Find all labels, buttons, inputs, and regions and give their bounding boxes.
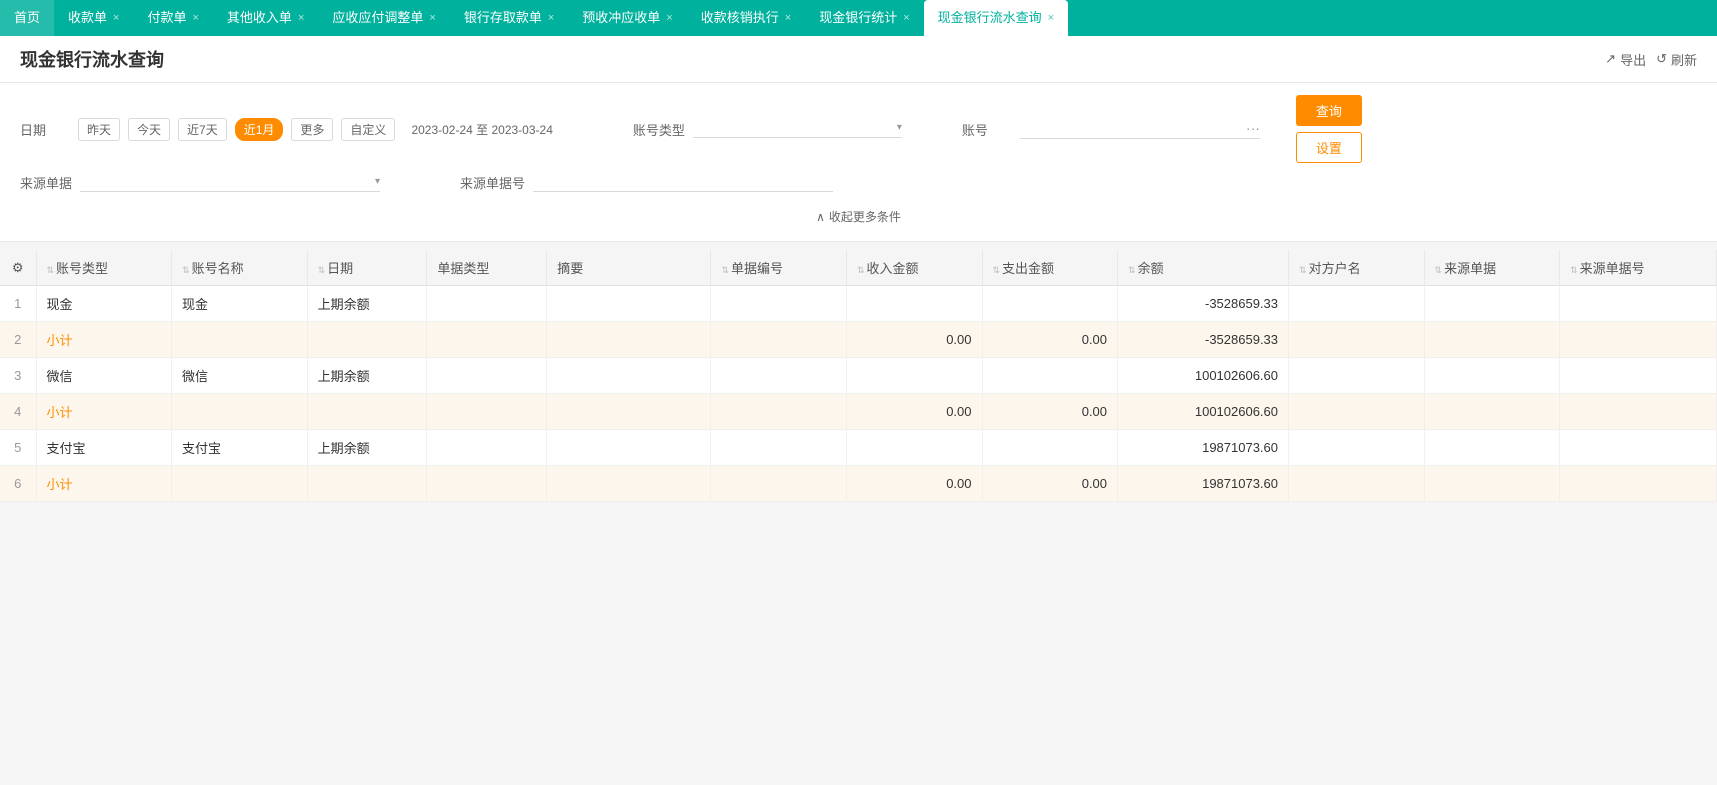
account-type-select-wrapper[interactable]: ▾ <box>693 120 902 138</box>
date-btn-today[interactable]: 今天 <box>128 118 170 141</box>
close-icon[interactable]: × <box>113 0 119 36</box>
refresh-button[interactable]: ↺ 刷新 <box>1656 50 1697 69</box>
nav-item-bank-deposit[interactable]: 银行存取款单× <box>450 0 568 36</box>
account-filter: 账号 ··· <box>962 120 1260 139</box>
date-btn-more[interactable]: 更多 <box>291 118 333 141</box>
account-type-label: 账号类型 <box>633 120 685 139</box>
th-income[interactable]: ⇅收入金额 <box>846 250 982 286</box>
date-label: 日期 <box>20 120 70 139</box>
source-doc-label: 来源单据 <box>20 173 72 192</box>
nav-item-ar-ap-adjust[interactable]: 应收应付调整单× <box>318 0 449 36</box>
th-balance[interactable]: ⇅余额 <box>1118 250 1289 286</box>
th-doc-type[interactable]: 单据类型 <box>427 250 547 286</box>
filter-row-date: 日期 昨天 今天 近7天 近1月 更多 自定义 2023-02-24 至 202… <box>20 95 1697 163</box>
nav-item-cash-flow-query[interactable]: 现金银行流水查询× <box>924 0 1068 36</box>
nav-item-other-income[interactable]: 其他收入单× <box>213 0 318 36</box>
account-type-chevron: ▾ <box>897 122 902 133</box>
account-input[interactable] <box>1020 120 1242 135</box>
collapse-bar[interactable]: ∧ 收起更多条件 <box>20 202 1697 229</box>
source-doc-filter: 来源单据 ▾ <box>20 173 380 192</box>
nav-item-receipt-verify[interactable]: 收款核销执行× <box>687 0 805 36</box>
close-icon[interactable]: × <box>785 0 791 36</box>
th-expense[interactable]: ⇅支出金额 <box>982 250 1118 286</box>
date-filter-group: 日期 昨天 今天 近7天 近1月 更多 自定义 2023-02-24 至 202… <box>20 118 553 141</box>
action-buttons: 查询 设置 <box>1296 95 1362 163</box>
account-type-filter: 账号类型 ▾ <box>633 120 902 139</box>
th-doc-no[interactable]: ⇅单据编号 <box>711 250 847 286</box>
th-source-doc[interactable]: ⇅来源单据 <box>1424 250 1560 286</box>
nav-item-home[interactable]: 首页 <box>0 0 54 36</box>
nav-item-payment[interactable]: 付款单× <box>133 0 212 36</box>
table-row: 3微信微信上期余额100102606.60 <box>0 358 1717 394</box>
close-icon[interactable]: × <box>903 0 909 36</box>
table-row: 2小计0.000.00-3528659.33 <box>0 322 1717 358</box>
date-btn-1month[interactable]: 近1月 <box>235 118 284 141</box>
th-account-type[interactable]: ⇅账号类型 <box>36 250 172 286</box>
table-row: 5支付宝支付宝上期余额19871073.60 <box>0 430 1717 466</box>
account-more-icon[interactable]: ··· <box>1246 120 1260 136</box>
source-docno-input[interactable] <box>533 174 833 189</box>
nav-item-receipt[interactable]: 收款单× <box>54 0 133 36</box>
nav-item-cash-stat[interactable]: 现金银行统计× <box>805 0 923 36</box>
close-icon[interactable]: × <box>298 0 304 36</box>
close-icon[interactable]: × <box>1048 0 1054 36</box>
account-type-input[interactable] <box>693 120 893 135</box>
source-docno-filter: 来源单据号 <box>460 173 833 192</box>
close-icon[interactable]: × <box>548 0 554 36</box>
export-button[interactable]: ↗ 导出 <box>1605 50 1646 69</box>
date-btn-custom[interactable]: 自定义 <box>341 118 395 141</box>
source-docno-label: 来源单据号 <box>460 173 525 192</box>
date-range-display: 2023-02-24 至 2023-03-24 <box>411 121 552 138</box>
date-options: 昨天 今天 近7天 近1月 更多 自定义 <box>78 118 395 141</box>
refresh-icon: ↺ <box>1656 51 1667 67</box>
filter-area: 日期 昨天 今天 近7天 近1月 更多 自定义 2023-02-24 至 202… <box>0 83 1717 242</box>
account-select-wrapper[interactable]: ··· <box>1020 120 1260 139</box>
table-row: 6小计0.000.0019871073.60 <box>0 466 1717 502</box>
close-icon[interactable]: × <box>429 0 435 36</box>
header-row: ⚙ ⇅账号类型 ⇅账号名称 ⇅日期 单据类型 摘要 ⇅单据编号 ⇅收入金额 ⇅支… <box>0 250 1717 286</box>
top-nav: 首页收款单×付款单×其他收入单×应收应付调整单×银行存取款单×预收冲应收单×收款… <box>0 0 1717 36</box>
header-actions: ↗ 导出 ↺ 刷新 <box>1605 50 1697 69</box>
data-table: ⚙ ⇅账号类型 ⇅账号名称 ⇅日期 单据类型 摘要 ⇅单据编号 ⇅收入金额 ⇅支… <box>0 250 1717 502</box>
date-btn-7days[interactable]: 近7天 <box>178 118 227 141</box>
filter-row-source: 来源单据 ▾ 来源单据号 <box>20 173 1697 192</box>
table-row: 1现金现金上期余额-3528659.33 <box>0 286 1717 322</box>
th-summary[interactable]: 摘要 <box>547 250 711 286</box>
page-header: 现金银行流水查询 ↗ 导出 ↺ 刷新 <box>0 36 1717 83</box>
export-icon: ↗ <box>1605 51 1616 67</box>
gear-icon: ⚙ <box>12 260 24 275</box>
query-button[interactable]: 查询 <box>1296 95 1362 126</box>
date-btn-yesterday[interactable]: 昨天 <box>78 118 120 141</box>
th-counterparty[interactable]: ⇅对方户名 <box>1289 250 1425 286</box>
th-account-name[interactable]: ⇅账号名称 <box>172 250 308 286</box>
th-date[interactable]: ⇅日期 <box>307 250 427 286</box>
source-doc-select-wrapper[interactable]: ▾ <box>80 174 380 192</box>
nav-item-prepaid-offset[interactable]: 预收冲应收单× <box>568 0 686 36</box>
settings-button[interactable]: 设置 <box>1296 132 1362 163</box>
close-icon[interactable]: × <box>666 0 672 36</box>
table-container: ⚙ ⇅账号类型 ⇅账号名称 ⇅日期 单据类型 摘要 ⇅单据编号 ⇅收入金额 ⇅支… <box>0 250 1717 502</box>
close-icon[interactable]: × <box>192 0 198 36</box>
table-row: 4小计0.000.00100102606.60 <box>0 394 1717 430</box>
gear-col-header[interactable]: ⚙ <box>0 250 36 286</box>
source-doc-input[interactable] <box>80 174 371 189</box>
source-doc-chevron: ▾ <box>375 176 380 187</box>
table-body: 1现金现金上期余额-3528659.332小计0.000.00-3528659.… <box>0 286 1717 502</box>
th-source-docno[interactable]: ⇅来源单据号 <box>1560 250 1717 286</box>
collapse-icon: ∧ <box>816 210 825 224</box>
account-label: 账号 <box>962 120 1012 139</box>
table-header: ⚙ ⇅账号类型 ⇅账号名称 ⇅日期 单据类型 摘要 ⇅单据编号 ⇅收入金额 ⇅支… <box>0 250 1717 286</box>
page-title: 现金银行流水查询 <box>20 46 164 72</box>
source-docno-select-wrapper[interactable] <box>533 174 833 192</box>
